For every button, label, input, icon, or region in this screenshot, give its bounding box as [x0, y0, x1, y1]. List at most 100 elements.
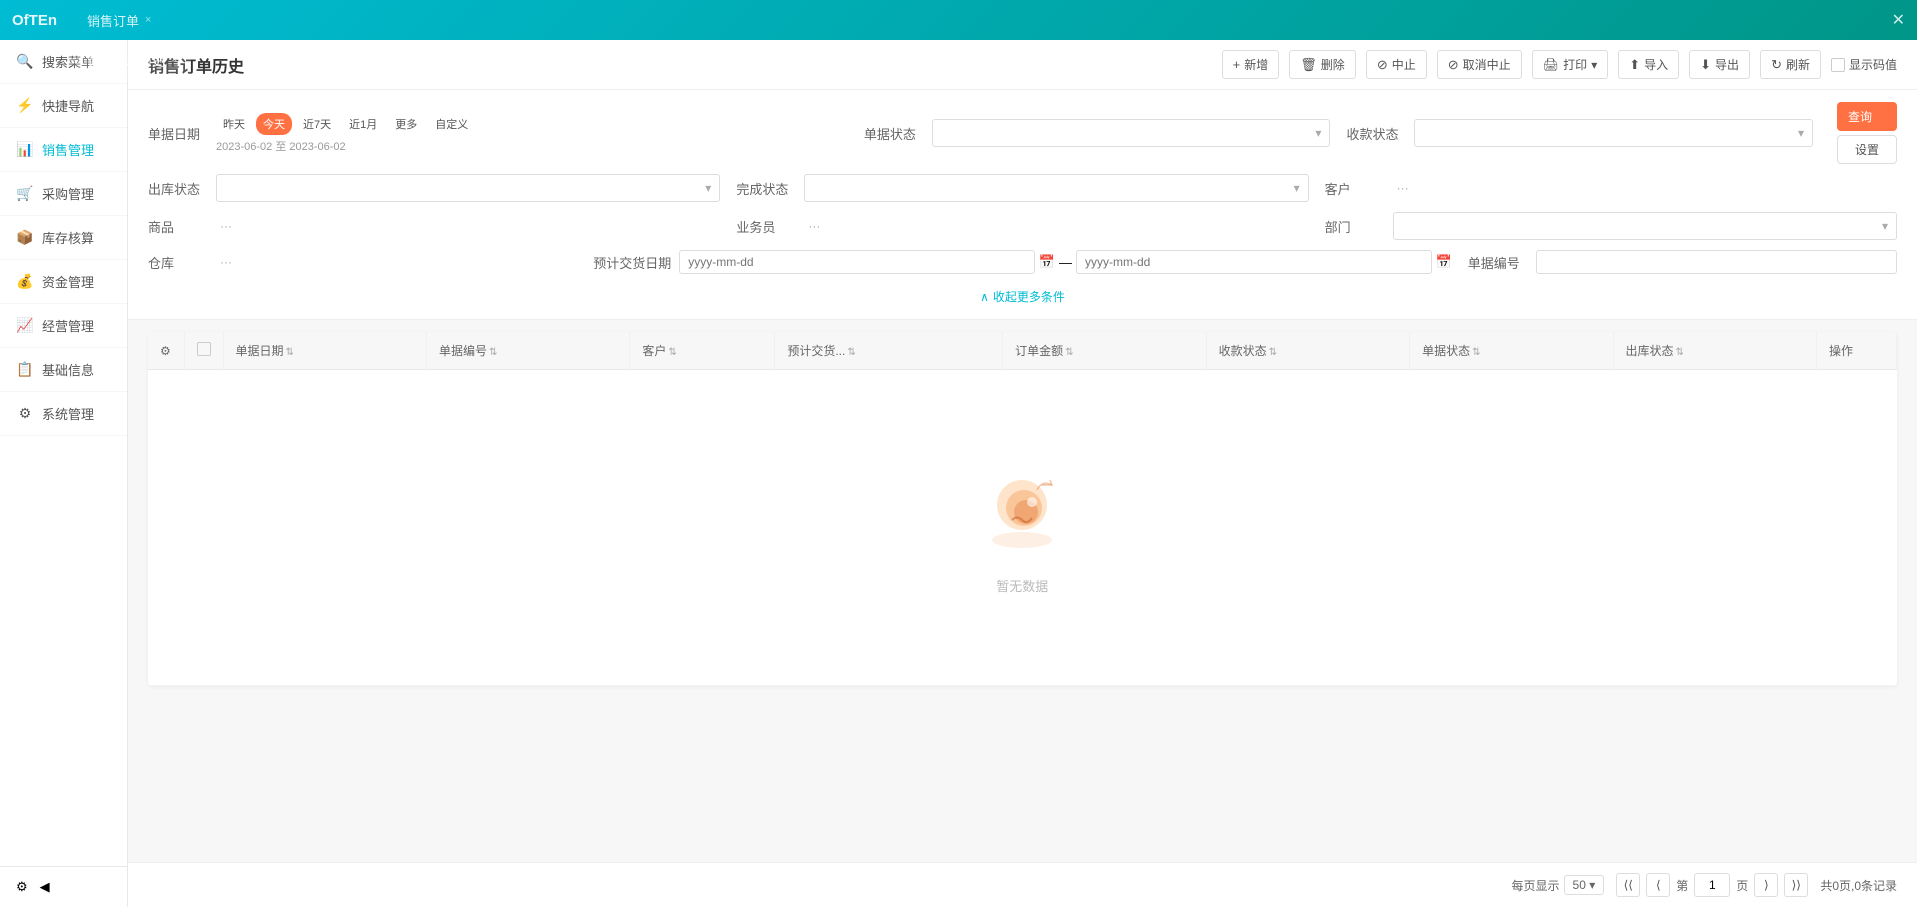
warehouse-ellipsis[interactable]: ···: [216, 255, 236, 269]
sidebar-item-inventory[interactable]: 📦 库存核算: [0, 216, 127, 260]
stop-button[interactable]: ⊘中止: [1366, 50, 1427, 79]
col-label-outbound-status: 出库状态: [1626, 344, 1674, 358]
sort-icon-bill-no[interactable]: ⇅: [489, 347, 497, 358]
tab-close-icon[interactable]: ×: [171, 54, 177, 66]
expected-date-to[interactable]: [1076, 250, 1432, 274]
stop-btn-label: 中止: [1392, 56, 1416, 73]
tab-label: 销售订单: [87, 11, 139, 30]
window-close-btn[interactable]: ✕: [1892, 10, 1905, 30]
sort-icon-payment-status[interactable]: ⇅: [1269, 347, 1277, 358]
page-size-selector: 每页显示 50 ▾: [1512, 875, 1605, 895]
date-tag-今天[interactable]: 今天: [256, 113, 292, 135]
th-date[interactable]: 单据日期⇅: [223, 332, 426, 370]
salesperson-ellipsis[interactable]: ···: [804, 219, 824, 233]
dept-select[interactable]: ▾: [1393, 212, 1897, 240]
chevron-up-icon: ∧: [980, 290, 989, 304]
print-button[interactable]: 🖨打印▾: [1532, 50, 1609, 79]
date-tag-自定义[interactable]: 自定义: [428, 113, 475, 135]
bill-status-select[interactable]: ▾: [932, 119, 1331, 147]
filter-bill-status: 单据状态 ▾: [864, 119, 1331, 147]
sidebar-item-basic-info[interactable]: 📋 基础信息: [0, 348, 127, 392]
sidebar-label-finance: 资金管理: [42, 272, 94, 291]
calendar-icon-from[interactable]: 📅: [1039, 254, 1055, 270]
filter-row-2: 出库状态 ▾ 完成状态 ▾ 客户 ···: [148, 174, 1897, 202]
refresh-button[interactable]: ↻刷新: [1760, 50, 1821, 79]
top-bar: OfTEn 首页销售订单 ×销售订单历史 × ✕: [0, 0, 1917, 40]
print-btn-icon: 🖨: [1543, 57, 1560, 73]
import-btn-icon: ⬆: [1629, 57, 1640, 73]
date-tag-昨天[interactable]: 昨天: [216, 113, 252, 135]
th-outbound-status[interactable]: 出库状态⇅: [1613, 332, 1816, 370]
expected-date-from[interactable]: [679, 250, 1035, 274]
sidebar-settings-icon[interactable]: ⚙: [16, 879, 28, 895]
sidebar-item-sales[interactable]: 📊 销售管理: [0, 128, 127, 172]
col-label-order-amount: 订单金额: [1015, 344, 1063, 358]
sort-icon-customer[interactable]: ⇅: [668, 347, 676, 358]
sort-icon-outbound-status[interactable]: ⇅: [1676, 347, 1684, 358]
top-bar-right: ✕: [1892, 10, 1905, 30]
new-button[interactable]: +新增: [1222, 50, 1280, 79]
header-checkbox[interactable]: [197, 342, 211, 356]
filter-salesperson: 业务员 ···: [736, 217, 1308, 236]
sidebar-item-finance[interactable]: 💰 资金管理: [0, 260, 127, 304]
sidebar-item-quick-nav[interactable]: ⚡ 快捷导航: [0, 84, 127, 128]
sidebar-icon-system: ⚙: [16, 405, 34, 423]
settings-button[interactable]: 设置: [1837, 135, 1897, 164]
outbound-select[interactable]: ▾: [216, 174, 720, 202]
tab-sales-order-history[interactable]: 销售订单历史 ×: [73, 40, 191, 80]
import-button[interactable]: ⬆导入: [1618, 50, 1679, 79]
th-bill-no[interactable]: 单据编号⇅: [426, 332, 629, 370]
date-tag-近7天[interactable]: 近7天: [296, 113, 338, 135]
filter-row-3: 商品 ··· 业务员 ··· 部门 ▾: [148, 212, 1897, 240]
gear-icon[interactable]: ⚙: [160, 344, 171, 358]
first-page-btn[interactable]: ⟨⟨: [1616, 873, 1640, 897]
sort-icon-expected-date[interactable]: ⇅: [847, 347, 855, 358]
cancel-stop-button[interactable]: ⊘取消中止: [1437, 50, 1522, 79]
sort-icon-order-amount[interactable]: ⇅: [1065, 347, 1073, 358]
delete-button[interactable]: 🗑删除: [1289, 50, 1356, 79]
current-page-input[interactable]: [1694, 873, 1730, 897]
th-expected-date[interactable]: 预计交货...⇅: [775, 332, 1003, 370]
date-tags: 昨天今天近7天近1月更多自定义: [216, 113, 848, 135]
customer-ellipsis[interactable]: ···: [1393, 181, 1413, 195]
expected-date-range: 📅 — 📅: [679, 250, 1451, 274]
tab-sales-order[interactable]: 销售订单 ×: [73, 0, 191, 40]
date-tag-近1月[interactable]: 近1月: [342, 113, 384, 135]
export-btn-label: 导出: [1715, 56, 1739, 73]
tab-close-icon[interactable]: ×: [145, 14, 151, 26]
th-order-amount[interactable]: 订单金额⇅: [1003, 332, 1206, 370]
th-bill-status[interactable]: 单据状态⇅: [1410, 332, 1613, 370]
sidebar-collapse-icon[interactable]: ◀: [40, 879, 50, 895]
next-page-btn[interactable]: ⟩: [1754, 873, 1778, 897]
dept-label: 部门: [1325, 217, 1385, 236]
collapse-bar[interactable]: ∧ 收起更多条件: [148, 284, 1897, 311]
sort-icon-date[interactable]: ⇅: [286, 347, 294, 358]
th-customer[interactable]: 客户⇅: [630, 332, 775, 370]
sidebar-bottom: ⚙ ◀: [0, 866, 127, 907]
sidebar-item-system[interactable]: ⚙ 系统管理: [0, 392, 127, 436]
filter-warehouse: 仓库 ···: [148, 253, 577, 272]
empty-illustration: [972, 460, 1072, 560]
prev-page-btn[interactable]: ⟨: [1646, 873, 1670, 897]
calendar-icon-to[interactable]: 📅: [1436, 254, 1452, 270]
sidebar-label-operations: 经营管理: [42, 316, 94, 335]
display-col-checkbox[interactable]: [1831, 58, 1845, 72]
sort-icon-bill-status[interactable]: ⇅: [1472, 347, 1480, 358]
payment-status-select[interactable]: ▾: [1414, 119, 1813, 147]
last-page-btn[interactable]: ⟩⟩: [1784, 873, 1808, 897]
sidebar-item-purchase[interactable]: 🛒 采购管理: [0, 172, 127, 216]
sidebar-icon-purchase: 🛒: [16, 185, 34, 203]
query-button[interactable]: 查询: [1837, 102, 1897, 131]
col-label-customer: 客户: [642, 344, 666, 358]
sidebar-icon-operations: 📈: [16, 317, 34, 335]
table-body: 暂无数据: [148, 370, 1897, 686]
goods-ellipsis[interactable]: ···: [216, 219, 236, 233]
export-button[interactable]: ⬇导出: [1689, 50, 1750, 79]
sidebar-item-operations[interactable]: 📈 经营管理: [0, 304, 127, 348]
display-col-label[interactable]: 显示码值: [1831, 56, 1897, 73]
page-size-box[interactable]: 50 ▾: [1564, 875, 1605, 895]
bill-no-input[interactable]: [1536, 250, 1897, 274]
th-payment-status[interactable]: 收款状态⇅: [1206, 332, 1409, 370]
complete-select[interactable]: ▾: [804, 174, 1308, 202]
date-tag-更多[interactable]: 更多: [388, 113, 424, 135]
